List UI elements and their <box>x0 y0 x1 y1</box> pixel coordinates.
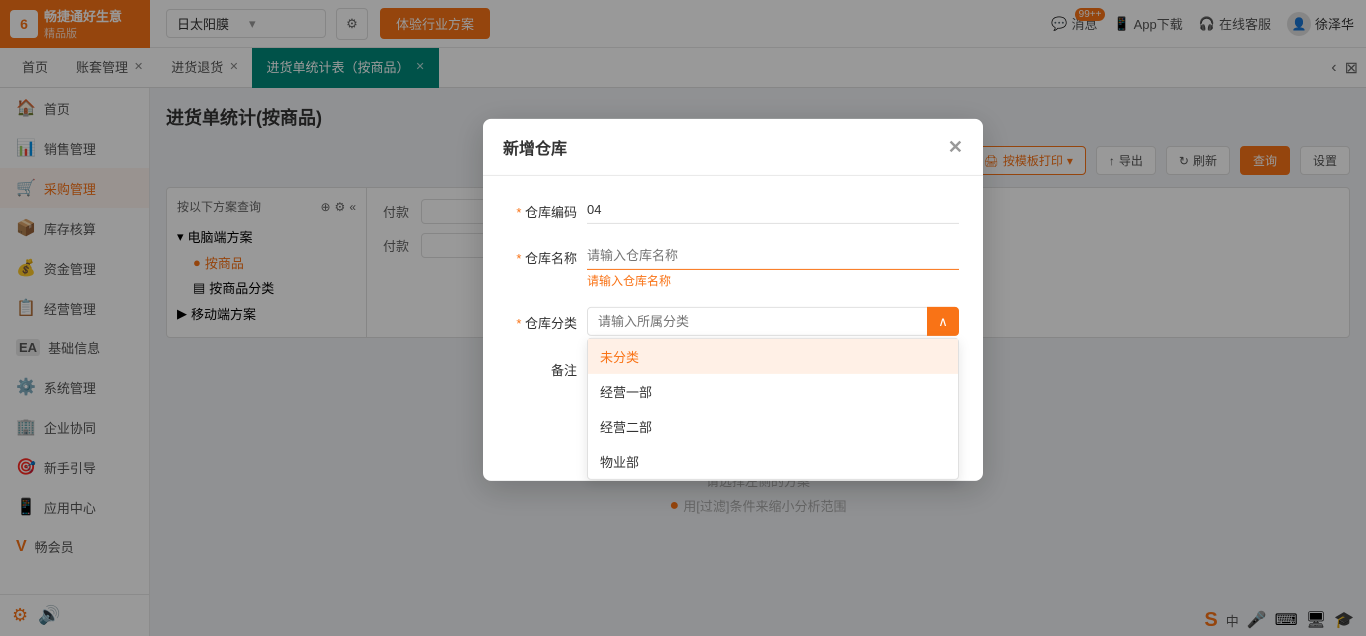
category-label: 仓库分类 <box>507 307 587 332</box>
category-arrow-icon[interactable]: ∧ <box>927 307 959 336</box>
notes-label: 备注 <box>507 354 587 379</box>
modal-add-warehouse: 新增仓库 ✕ 仓库编码 仓库名称 请输入仓库名称 仓库分类 ∧ <box>483 119 983 481</box>
code-label: 仓库编码 <box>507 196 587 221</box>
category-select-wrap: ∧ 未分类 经营一部 经营二部 物业部 <box>587 307 959 336</box>
dropdown-item-dept2[interactable]: 经营二部 <box>588 409 958 444</box>
modal-close-icon[interactable]: ✕ <box>948 138 963 156</box>
dropdown-item-dept1[interactable]: 经营一部 <box>588 374 958 409</box>
dropdown-item-dept3[interactable]: 物业部 <box>588 444 958 479</box>
name-field: 请输入仓库名称 <box>587 242 959 289</box>
modal-header: 新增仓库 ✕ <box>483 119 983 176</box>
category-input[interactable] <box>587 307 959 336</box>
form-row-category: 仓库分类 ∧ 未分类 经营一部 经营二部 物业部 <box>507 307 959 336</box>
modal-body: 仓库编码 仓库名称 请输入仓库名称 仓库分类 ∧ 未分类 <box>483 176 983 420</box>
modal-title: 新增仓库 <box>503 135 567 159</box>
category-dropdown: 未分类 经营一部 经营二部 物业部 <box>587 338 959 480</box>
name-error-msg: 请输入仓库名称 <box>587 272 959 289</box>
form-row-name: 仓库名称 请输入仓库名称 <box>507 242 959 289</box>
code-field <box>587 196 959 224</box>
warehouse-name-input[interactable] <box>587 242 959 270</box>
category-field: ∧ 未分类 经营一部 经营二部 物业部 <box>587 307 959 336</box>
warehouse-code-input[interactable] <box>587 196 959 224</box>
form-row-code: 仓库编码 <box>507 196 959 224</box>
dropdown-item-uncategorized[interactable]: 未分类 <box>588 339 958 374</box>
name-label: 仓库名称 <box>507 242 587 267</box>
